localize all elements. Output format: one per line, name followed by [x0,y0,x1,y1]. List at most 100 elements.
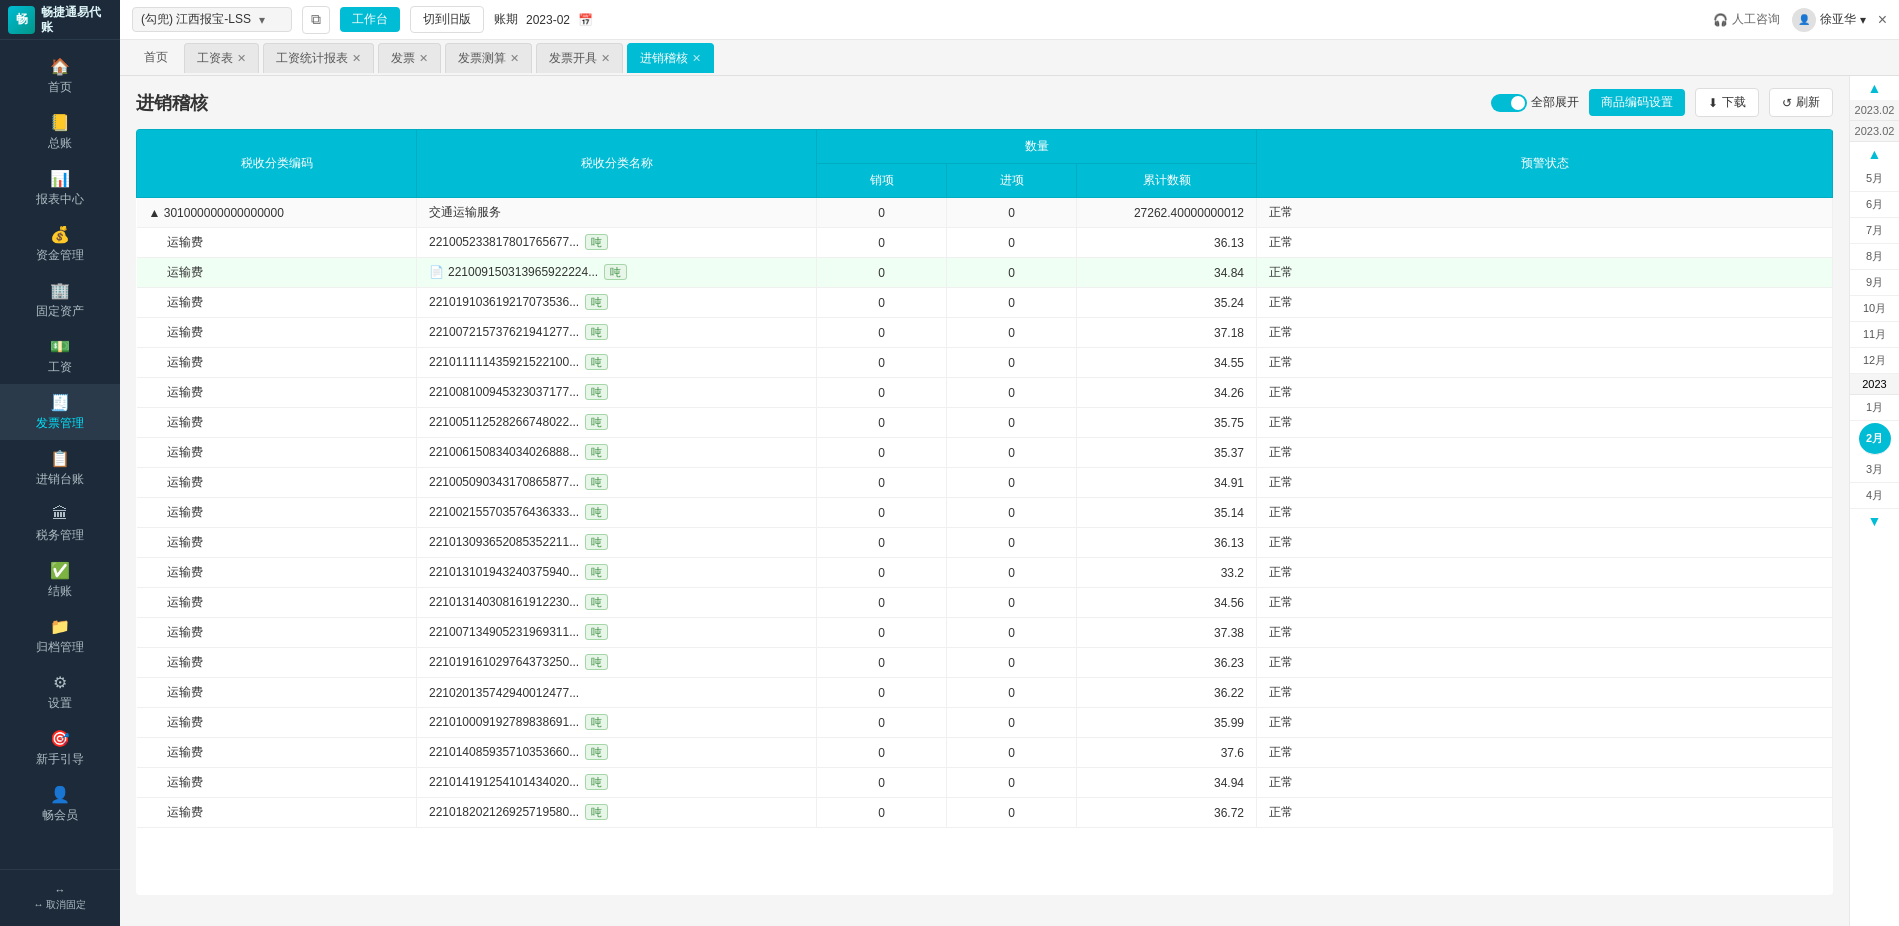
tab-invoice-close[interactable]: ✕ [419,52,428,65]
table-row[interactable]: 运输费 📄221009150313965922224...吨 0 0 34.84… [137,258,1833,288]
workspace-button[interactable]: 工作台 [340,7,400,32]
calendar-month-6[interactable]: 6月 [1850,192,1899,218]
sidebar-item-finance[interactable]: 💰 资金管理 [0,216,120,272]
table-row[interactable]: 运输费 221013101943240375940...吨 0 0 33.2 正… [137,558,1833,588]
row-purchase: 0 [947,678,1077,708]
toggle-switch-icon[interactable] [1491,94,1527,112]
table-row[interactable]: 运输费 221020135742940012477... 0 0 36.22 正… [137,678,1833,708]
table-row[interactable]: 运输费 221005112528266748022...吨 0 0 35.75 … [137,408,1833,438]
table-row[interactable]: 运输费 221011111435921522100...吨 0 0 34.55 … [137,348,1833,378]
tab-audit-close[interactable]: ✕ [692,52,701,65]
table-row[interactable]: 运输费 221014191254101434020...吨 0 0 34.94 … [137,768,1833,798]
sidebar-item-home[interactable]: 🏠 首页 [0,48,120,104]
calendar-icon[interactable]: 📅 [578,13,593,27]
back-button[interactable]: 切到旧版 [410,6,484,33]
calendar-month-11[interactable]: 11月 [1850,322,1899,348]
table-row[interactable]: 运输费 221019103619217073536...吨 0 0 35.24 … [137,288,1833,318]
download-btn[interactable]: ⬇ 下载 [1695,88,1759,117]
row-name: 运输费 [137,558,417,588]
sidebar-item-reports[interactable]: 📊 报表中心 [0,160,120,216]
row-purchase: 0 [947,408,1077,438]
row-purchase: 0 [947,588,1077,618]
table-row[interactable]: 运输费 221008100945323037177...吨 0 0 34.26 … [137,378,1833,408]
row-code: 221019103619217073536...吨 [417,288,817,318]
tab-invoice-calc-close[interactable]: ✕ [510,52,519,65]
sidebar-item-settings[interactable]: ⚙ 设置 [0,664,120,720]
sidebar-item-inout-label: 进销台账 [36,471,84,488]
row-cumulative: 37.38 [1077,618,1257,648]
tax-icon: 🏛 [50,504,70,524]
row-purchase: 0 [947,738,1077,768]
table-row[interactable]: 运输费 221013093652085352211...吨 0 0 36.13 … [137,528,1833,558]
sidebar-item-reports-label: 报表中心 [36,191,84,208]
calendar-scroll-down[interactable]: ▼ [1850,509,1899,533]
tab-invoice-issue[interactable]: 发票开具 ✕ [536,43,623,73]
sidebar-item-archive[interactable]: 📁 归档管理 [0,608,120,664]
calendar-month-2-active[interactable]: 2月 [1859,423,1891,455]
table-row[interactable]: 运输费 221007134905231969311...吨 0 0 37.38 … [137,618,1833,648]
user-menu[interactable]: 👤 徐亚华 ▾ [1792,8,1866,32]
company-selector[interactable]: (勾兜) 江西报宝-LSS ▾ [132,7,292,32]
row-status: 正常 [1257,438,1833,468]
calendar-scroll-up[interactable]: ▲ [1850,76,1899,100]
table-row[interactable]: 运输费 221013140308161912230...吨 0 0 34.56 … [137,588,1833,618]
sidebar-item-member[interactable]: 👤 畅会员 [0,776,120,832]
product-code-settings-btn[interactable]: 商品编码设置 [1589,89,1685,116]
sidebar-item-invoice[interactable]: 🧾 发票管理 [0,384,120,440]
sidebar-item-ledger[interactable]: 📒 总账 [0,104,120,160]
sidebar-item-assets[interactable]: 🏢 固定资产 [0,272,120,328]
tab-invoice-issue-close[interactable]: ✕ [601,52,610,65]
calendar-month-5[interactable]: 5月 [1850,166,1899,192]
tab-salary-report-close[interactable]: ✕ [352,52,361,65]
calendar-scroll-up2[interactable]: ▲ [1850,142,1899,166]
help-button[interactable]: 🎧 人工咨询 [1713,11,1780,28]
table-row[interactable]: 运输费 221018202126925719580...吨 0 0 36.72 … [137,798,1833,828]
calendar-month-8[interactable]: 8月 [1850,244,1899,270]
calendar-month-4[interactable]: 4月 [1850,483,1899,509]
tab-home[interactable]: 首页 [132,43,180,73]
calendar-month-1[interactable]: 1月 [1850,395,1899,421]
sidebar-item-checkout[interactable]: ✅ 结账 [0,552,120,608]
salary-icon: 💵 [50,336,70,356]
sidebar-item-tax[interactable]: 🏛 税务管理 [0,496,120,552]
calendar-month-9[interactable]: 9月 [1850,270,1899,296]
sidebar-item-salary[interactable]: 💵 工资 [0,328,120,384]
sidebar-item-inout[interactable]: 📋 进销台账 [0,440,120,496]
copy-button[interactable]: ⧉ [302,6,330,34]
calendar-month-12[interactable]: 12月 [1850,348,1899,374]
row-cumulative: 34.26 [1077,378,1257,408]
tab-invoice[interactable]: 发票 ✕ [378,43,441,73]
sidebar-logo: 畅 畅捷通易代账 [0,0,120,40]
row-name: 运输费 [137,768,417,798]
table-row[interactable]: 运输费 221005233817801765677...吨 0 0 36.13 … [137,228,1833,258]
row-name: 运输费 [137,648,417,678]
row-purchase: 0 [947,318,1077,348]
table-row[interactable]: 运输费 221014085935710353660...吨 0 0 37.6 正… [137,738,1833,768]
refresh-btn[interactable]: ↺ 刷新 [1769,88,1833,117]
calendar-month-3[interactable]: 3月 [1850,457,1899,483]
row-code: 221020135742940012477... [417,678,817,708]
tab-invoice-calc[interactable]: 发票测算 ✕ [445,43,532,73]
tab-audit[interactable]: 进销稽核 ✕ [627,43,714,73]
row-purchase: 0 [947,498,1077,528]
expand-all-toggle[interactable]: 全部展开 [1491,94,1579,112]
tab-salary-table-close[interactable]: ✕ [237,52,246,65]
table-row[interactable]: 运输费 221010009192789838691...吨 0 0 35.99 … [137,708,1833,738]
table-row[interactable]: 运输费 221007215737621941277...吨 0 0 37.18 … [137,318,1833,348]
sidebar-unpin-btn[interactable]: ↔ ↔ 取消固定 [4,878,116,918]
sidebar-item-archive-label: 归档管理 [36,639,84,656]
tab-salary-table[interactable]: 工资表 ✕ [184,43,259,73]
calendar-month-7[interactable]: 7月 [1850,218,1899,244]
content-area: 进销稽核 全部展开 商品编码设置 ⬇ 下载 ↺ 刷新 [120,76,1899,926]
tab-salary-report[interactable]: 工资统计报表 ✕ [263,43,374,73]
sidebar-item-guide[interactable]: 🎯 新手引导 [0,720,120,776]
table-row[interactable]: 运输费 221019161029764373250...吨 0 0 36.23 … [137,648,1833,678]
row-name: 运输费 [137,738,417,768]
invoice-icon: 🧾 [50,392,70,412]
close-window-btn[interactable]: × [1878,11,1887,29]
row-purchase: 0 [947,468,1077,498]
table-row[interactable]: 运输费 221006150834034026888...吨 0 0 35.37 … [137,438,1833,468]
table-row[interactable]: 运输费 221005090343170865877...吨 0 0 34.91 … [137,468,1833,498]
calendar-month-10[interactable]: 10月 [1850,296,1899,322]
table-row[interactable]: 运输费 221002155703576436333...吨 0 0 35.14 … [137,498,1833,528]
